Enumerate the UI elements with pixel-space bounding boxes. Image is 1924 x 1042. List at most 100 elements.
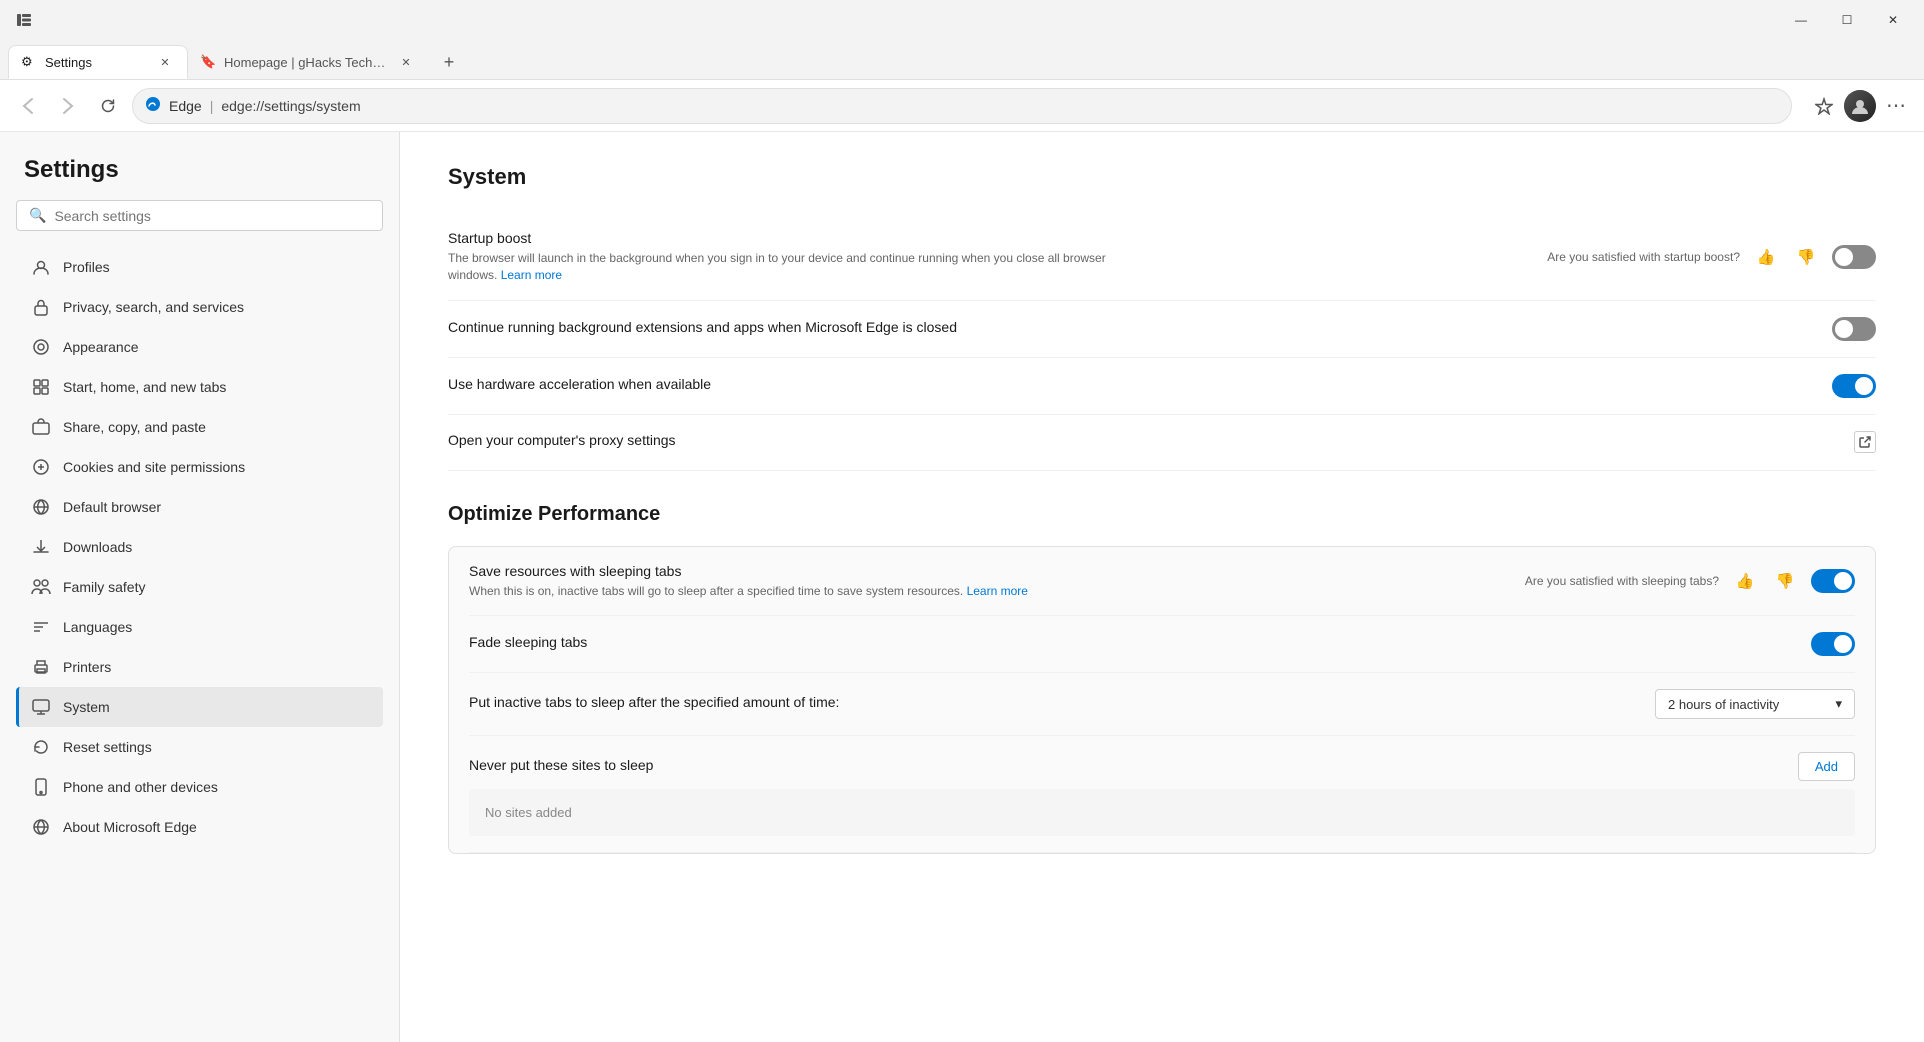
addressbar: Edge | edge://settings/system ⋯ <box>0 80 1924 132</box>
close-button[interactable]: ✕ <box>1870 4 1916 36</box>
reset-label: Reset settings <box>63 739 152 755</box>
sleeping-tabs-track <box>1811 569 1855 593</box>
settings-favicon-icon: ⚙ <box>21 54 37 70</box>
about-label: About Microsoft Edge <box>63 819 197 835</box>
sleeping-tabs-left: Save resources with sleeping tabs When t… <box>469 563 1525 600</box>
sidebar-item-printers[interactable]: Printers <box>16 647 383 687</box>
sidebar-item-start[interactable]: Start, home, and new tabs <box>16 367 383 407</box>
startup-thumbup-button[interactable]: 👍 <box>1752 243 1780 271</box>
hardware-acceleration-toggle[interactable] <box>1832 374 1876 398</box>
search-settings-input[interactable] <box>54 208 370 224</box>
privacy-label: Privacy, search, and services <box>63 299 244 315</box>
tab-settings[interactable]: ⚙ Settings ✕ <box>8 45 188 79</box>
hardware-acceleration-title: Use hardware acceleration when available <box>448 376 1832 392</box>
tab-settings-close-button[interactable]: ✕ <box>155 52 175 72</box>
appearance-icon <box>31 337 51 357</box>
search-settings-box[interactable]: 🔍 <box>16 200 383 231</box>
startup-boost-track <box>1832 245 1876 269</box>
main-content: System Startup boost The browser will la… <box>400 132 1924 1042</box>
inactive-sleep-dropdown[interactable]: 2 hours of inactivity ▾ <box>1655 689 1855 719</box>
downloads-icon <box>31 537 51 557</box>
new-tab-button[interactable]: + <box>432 45 466 79</box>
address-field[interactable]: Edge | edge://settings/system <box>132 88 1792 124</box>
dropdown-chevron-icon: ▾ <box>1835 696 1842 712</box>
sidebar-item-appearance[interactable]: Appearance <box>16 327 383 367</box>
fade-sleeping-track <box>1811 632 1855 656</box>
startup-boost-right: Are you satisfied with startup boost? 👍 … <box>1547 243 1876 271</box>
startup-thumbdown-button[interactable]: 👎 <box>1792 243 1820 271</box>
edge-logo-icon <box>145 96 161 115</box>
share-label: Share, copy, and paste <box>63 419 206 435</box>
more-button[interactable]: ⋯ <box>1880 90 1912 122</box>
tab-homepage[interactable]: 🔖 Homepage | gHacks Technology ✕ <box>188 45 428 79</box>
fade-sleeping-item: Fade sleeping tabs <box>469 616 1855 673</box>
fade-sleeping-left: Fade sleeping tabs <box>469 634 1811 654</box>
search-icon: 🔍 <box>29 207 46 224</box>
background-extensions-thumb <box>1835 320 1853 338</box>
fade-sleeping-toggle[interactable] <box>1811 632 1855 656</box>
hardware-acceleration-track <box>1832 374 1876 398</box>
back-button[interactable] <box>12 90 44 122</box>
optimize-section-title: Optimize Performance <box>448 503 1876 526</box>
sidebar-title: Settings <box>16 156 383 184</box>
background-extensions-track <box>1832 317 1876 341</box>
sidebar-item-languages[interactable]: Languages <box>16 607 383 647</box>
sleeping-thumbdown-button[interactable]: 👎 <box>1771 567 1799 595</box>
sidebar-item-phone[interactable]: Phone and other devices <box>16 767 383 807</box>
languages-icon <box>31 617 51 637</box>
sidebar-item-cookies[interactable]: Cookies and site permissions <box>16 447 383 487</box>
sidebar-item-profiles[interactable]: Profiles <box>16 247 383 287</box>
downloads-label: Downloads <box>63 539 132 555</box>
no-sites-placeholder: No sites added <box>469 789 1855 836</box>
inactive-sleep-item: Put inactive tabs to sleep after the spe… <box>469 673 1855 736</box>
address-url-text: edge://settings/system <box>221 98 360 114</box>
never-sleep-add-button[interactable]: Add <box>1798 752 1855 781</box>
minimize-button[interactable]: — <box>1778 4 1824 36</box>
hardware-acceleration-left: Use hardware acceleration when available <box>448 376 1832 396</box>
maximize-button[interactable]: ☐ <box>1824 4 1870 36</box>
start-icon <box>31 377 51 397</box>
inactive-sleep-title: Put inactive tabs to sleep after the spe… <box>469 694 1655 710</box>
background-extensions-title: Continue running background extensions a… <box>448 319 1832 335</box>
sidebar-item-reset[interactable]: Reset settings <box>16 727 383 767</box>
cookies-icon <box>31 457 51 477</box>
sidebar-item-share[interactable]: Share, copy, and paste <box>16 407 383 447</box>
profile-avatar <box>1844 90 1876 122</box>
sidebar-toggle-button[interactable] <box>8 4 40 36</box>
sidebar-item-family[interactable]: Family safety <box>16 567 383 607</box>
proxy-settings-left: Open your computer's proxy settings <box>448 432 1854 452</box>
sleeping-tabs-right: Are you satisfied with sleeping tabs? 👍 … <box>1525 567 1855 595</box>
cookies-label: Cookies and site permissions <box>63 459 245 475</box>
family-icon <box>31 577 51 597</box>
sleeping-tabs-title: Save resources with sleeping tabs <box>469 563 1525 579</box>
never-sleep-title: Never put these sites to sleep <box>469 757 653 773</box>
phone-label: Phone and other devices <box>63 779 218 795</box>
sleeping-learn-more-link[interactable]: Learn more <box>967 584 1028 598</box>
background-extensions-item: Continue running background extensions a… <box>448 301 1876 358</box>
hardware-acceleration-item: Use hardware acceleration when available <box>448 358 1876 415</box>
share-icon <box>31 417 51 437</box>
sidebar-item-privacy[interactable]: Privacy, search, and services <box>16 287 383 327</box>
background-extensions-right <box>1832 317 1876 341</box>
sleeping-thumbup-button[interactable]: 👍 <box>1731 567 1759 595</box>
profiles-label: Profiles <box>63 259 110 275</box>
profiles-icon <box>31 257 51 277</box>
profile-button[interactable] <box>1844 90 1876 122</box>
titlebar: — ☐ ✕ <box>0 0 1924 40</box>
proxy-external-link-icon[interactable] <box>1854 431 1876 453</box>
favorites-button[interactable] <box>1808 90 1840 122</box>
startup-boost-toggle[interactable] <box>1832 245 1876 269</box>
sidebar-item-about[interactable]: About Microsoft Edge <box>16 807 383 847</box>
sidebar-item-downloads[interactable]: Downloads <box>16 527 383 567</box>
background-extensions-toggle[interactable] <box>1832 317 1876 341</box>
sidebar-item-system[interactable]: System <box>16 687 383 727</box>
refresh-button[interactable] <box>92 90 124 122</box>
startup-boost-title: Startup boost <box>448 230 1547 246</box>
startup-learn-more-link[interactable]: Learn more <box>501 268 562 282</box>
system-icon <box>31 697 51 717</box>
sleeping-tabs-toggle[interactable] <box>1811 569 1855 593</box>
forward-button[interactable] <box>52 90 84 122</box>
system-label: System <box>63 699 110 715</box>
tab-homepage-close-button[interactable]: ✕ <box>396 52 416 72</box>
sidebar-item-default-browser[interactable]: Default browser <box>16 487 383 527</box>
